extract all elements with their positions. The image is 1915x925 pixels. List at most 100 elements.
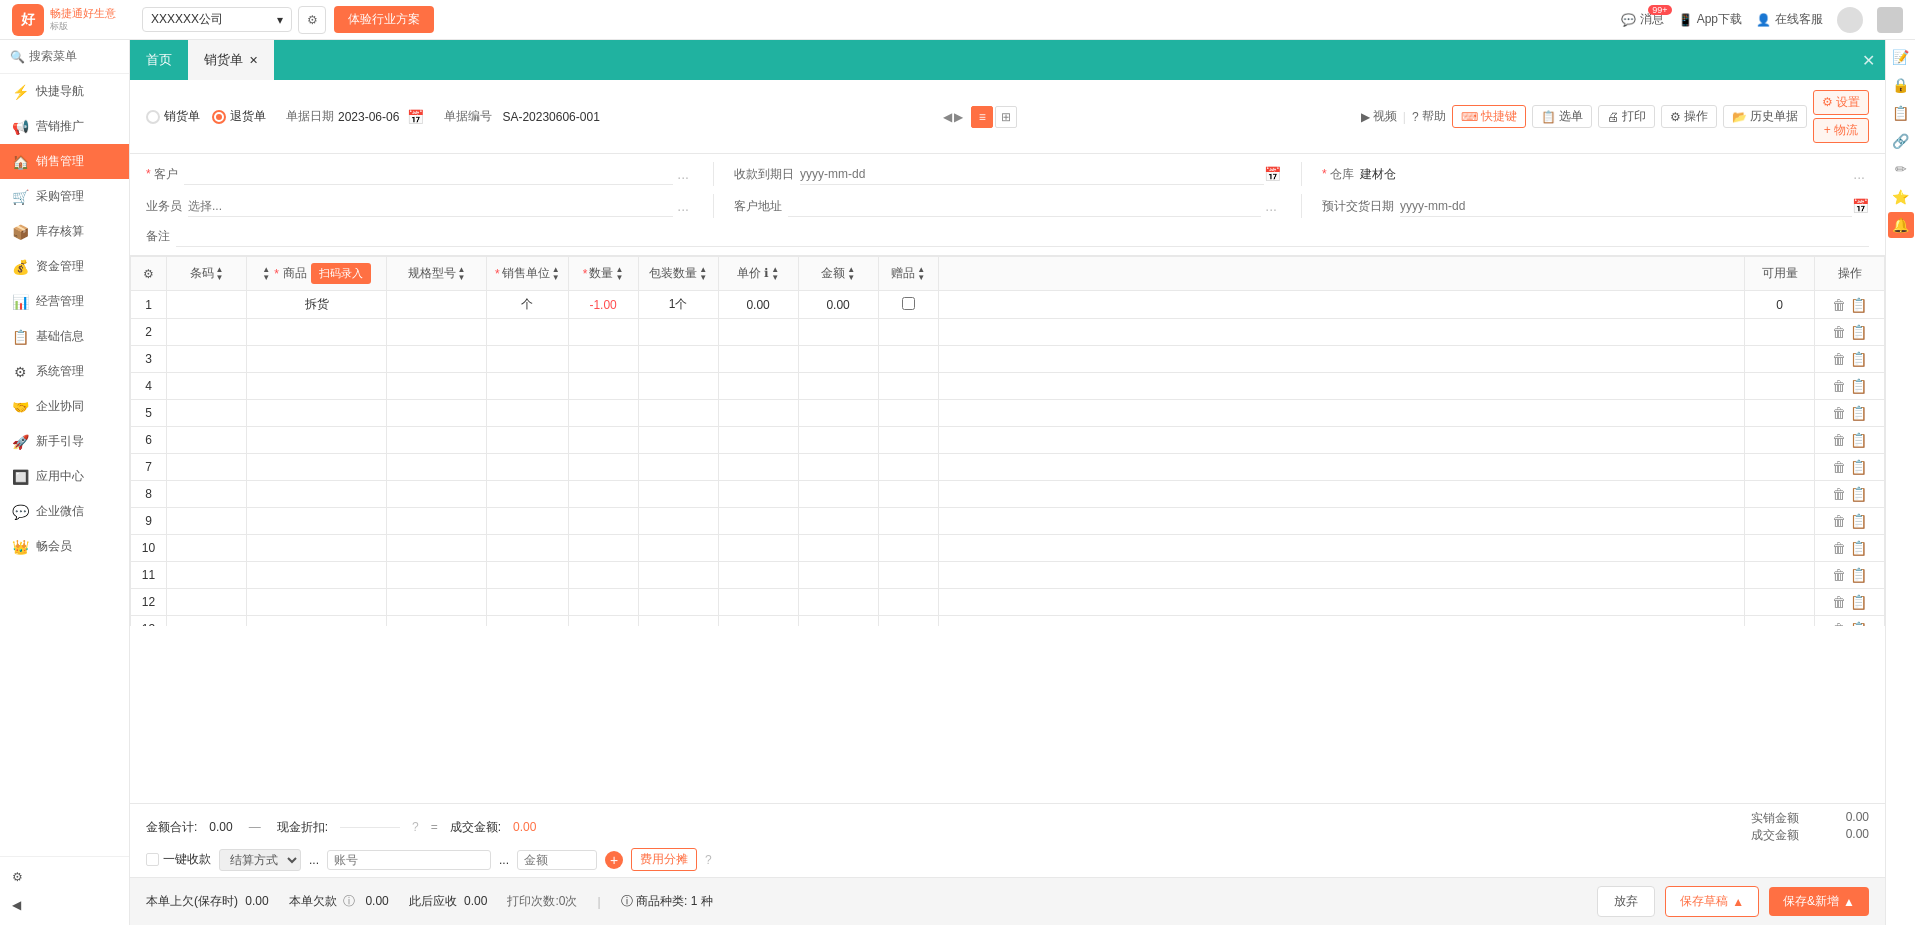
- sidebar-settings-button[interactable]: ⚙: [0, 863, 129, 891]
- expected-cal-icon[interactable]: 📅: [1852, 198, 1869, 214]
- sidebar-item-sales[interactable]: 🏠 销售管理: [0, 144, 129, 179]
- right-note-button[interactable]: 📝: [1888, 44, 1914, 70]
- copy-row-icon[interactable]: 📋: [1850, 378, 1867, 394]
- copy-row-icon[interactable]: 📋: [1850, 621, 1867, 626]
- sidebar-item-member[interactable]: 👑 畅会员: [0, 529, 129, 564]
- delete-row-icon[interactable]: 🗑: [1832, 405, 1846, 421]
- expense-split-button[interactable]: 费用分摊: [631, 848, 697, 871]
- row-gift-cell[interactable]: [878, 454, 938, 481]
- message-button[interactable]: 💬 消息 99+: [1621, 11, 1664, 28]
- row-gift-cell[interactable]: [878, 373, 938, 400]
- calendar-icon[interactable]: 📅: [407, 109, 424, 125]
- copy-row-icon[interactable]: 📋: [1850, 567, 1867, 583]
- copy-row-icon[interactable]: 📋: [1850, 351, 1867, 367]
- notes-input[interactable]: [176, 226, 1869, 247]
- payment-method-select[interactable]: 结算方式: [219, 849, 301, 871]
- customer-more-icon[interactable]: ...: [673, 166, 693, 182]
- select-more-icon[interactable]: ...: [309, 853, 319, 867]
- save-draft-button[interactable]: 保存草稿 ▲: [1665, 886, 1759, 917]
- row-gift-cell[interactable]: [878, 535, 938, 562]
- sidebar-item-marketing[interactable]: 📢 营销推广: [0, 109, 129, 144]
- save-new-button[interactable]: 保存&新增 ▲: [1769, 887, 1869, 916]
- address-more-icon[interactable]: ...: [1261, 198, 1281, 214]
- gift-checkbox[interactable]: [902, 297, 915, 310]
- delete-row-icon[interactable]: 🗑: [1832, 297, 1846, 313]
- account-input[interactable]: [327, 850, 491, 870]
- right-lock-button[interactable]: 🔒: [1888, 72, 1914, 98]
- delete-row-icon[interactable]: 🗑: [1832, 432, 1846, 448]
- right-copy-button[interactable]: 📋: [1888, 100, 1914, 126]
- close-tab-icon[interactable]: ✕: [1862, 51, 1875, 70]
- expected-date-input[interactable]: [1400, 196, 1852, 217]
- delete-row-icon[interactable]: 🗑: [1832, 351, 1846, 367]
- copy-row-icon[interactable]: 📋: [1850, 513, 1867, 529]
- settings-right-button[interactable]: ⚙ 设置: [1813, 90, 1869, 115]
- row-gift-cell[interactable]: [878, 319, 938, 346]
- copy-row-icon[interactable]: 📋: [1850, 486, 1867, 502]
- tab-sales-order[interactable]: 销货单 ✕: [188, 40, 274, 80]
- history-button[interactable]: 📂 历史单据: [1723, 105, 1807, 128]
- delete-row-icon[interactable]: 🗑: [1832, 324, 1846, 340]
- row-gift-cell[interactable]: [878, 589, 938, 616]
- sidebar-item-apps[interactable]: 🔲 应用中心: [0, 459, 129, 494]
- discount-help-icon[interactable]: ?: [412, 820, 419, 834]
- sidebar-item-finance[interactable]: 💰 资金管理: [0, 249, 129, 284]
- copy-row-icon[interactable]: 📋: [1850, 324, 1867, 340]
- salesperson-more-icon[interactable]: ...: [673, 198, 693, 214]
- right-star-button[interactable]: ⭐: [1888, 184, 1914, 210]
- prev-arrow-icon[interactable]: ◀: [943, 110, 952, 124]
- copy-row-icon[interactable]: 📋: [1850, 594, 1867, 610]
- row-gift-cell[interactable]: [878, 400, 938, 427]
- operations-button[interactable]: ⚙ 操作: [1661, 105, 1717, 128]
- sidebar-search[interactable]: 🔍 搜索菜单: [0, 40, 129, 74]
- sidebar-item-inventory[interactable]: 📦 库存核算: [0, 214, 129, 249]
- salesperson-input[interactable]: [188, 196, 673, 217]
- warehouse-more-icon[interactable]: ...: [1849, 166, 1869, 182]
- scan-button[interactable]: 扫码录入: [311, 263, 371, 284]
- delete-row-icon[interactable]: 🗑: [1832, 513, 1846, 529]
- account-more-icon[interactable]: ...: [499, 853, 509, 867]
- delete-row-icon[interactable]: 🗑: [1832, 540, 1846, 556]
- row-gift-cell[interactable]: [878, 291, 938, 319]
- table-scroll[interactable]: ⚙ 条码▲▼ ▲▼ *商品 扫码录入: [130, 256, 1885, 626]
- gear-button[interactable]: ⚙: [298, 6, 326, 34]
- tab-close-icon[interactable]: ✕: [249, 54, 258, 67]
- copy-row-icon[interactable]: 📋: [1850, 432, 1867, 448]
- delete-row-icon[interactable]: 🗑: [1832, 621, 1846, 626]
- copy-row-icon[interactable]: 📋: [1850, 297, 1867, 313]
- sidebar-item-operations[interactable]: 📊 经营管理: [0, 284, 129, 319]
- shortcut-button[interactable]: ⌨ 快捷键: [1452, 105, 1526, 128]
- delete-row-icon[interactable]: 🗑: [1832, 486, 1846, 502]
- trial-button[interactable]: 体验行业方案: [334, 6, 434, 33]
- one-click-payment-checkbox[interactable]: 一键收款: [146, 851, 211, 868]
- sidebar-item-guide[interactable]: 🚀 新手引导: [0, 424, 129, 459]
- discard-button[interactable]: 放弃: [1597, 886, 1655, 917]
- right-edit-button[interactable]: ✏: [1888, 156, 1914, 182]
- video-tool[interactable]: ▶ 视频: [1361, 108, 1397, 125]
- right-bell-button[interactable]: 🔔: [1888, 212, 1914, 238]
- sidebar-collapse-button[interactable]: ◀: [0, 891, 129, 919]
- tab-home[interactable]: 首页: [130, 40, 188, 80]
- copy-row-icon[interactable]: 📋: [1850, 405, 1867, 421]
- logistics-button[interactable]: + 物流: [1813, 118, 1869, 143]
- sidebar-item-wechat[interactable]: 💬 企业微信: [0, 494, 129, 529]
- expense-help-icon[interactable]: ?: [705, 853, 712, 867]
- delete-row-icon[interactable]: 🗑: [1832, 594, 1846, 610]
- row-gift-cell[interactable]: [878, 481, 938, 508]
- copy-row-icon[interactable]: 📋: [1850, 459, 1867, 475]
- cash-discount-input[interactable]: [340, 827, 400, 828]
- delete-row-icon[interactable]: 🗑: [1832, 459, 1846, 475]
- row-gift-cell[interactable]: [878, 616, 938, 627]
- company-selector[interactable]: XXXXXX公司 ▾: [142, 7, 292, 32]
- customer-input[interactable]: [184, 164, 673, 185]
- app-download-button[interactable]: 📱 App下载: [1678, 11, 1742, 28]
- sidebar-item-system[interactable]: ⚙ 系统管理: [0, 354, 129, 389]
- copy-row-icon[interactable]: 📋: [1850, 540, 1867, 556]
- row-gift-cell[interactable]: [878, 562, 938, 589]
- sidebar-item-purchase[interactable]: 🛒 采购管理: [0, 179, 129, 214]
- avatar[interactable]: [1837, 7, 1863, 33]
- payment-date-input[interactable]: [800, 164, 1264, 185]
- print-button[interactable]: 🖨 打印: [1598, 105, 1655, 128]
- grid-view-button[interactable]: ⊞: [995, 106, 1017, 128]
- sales-order-radio[interactable]: 销货单: [146, 108, 200, 125]
